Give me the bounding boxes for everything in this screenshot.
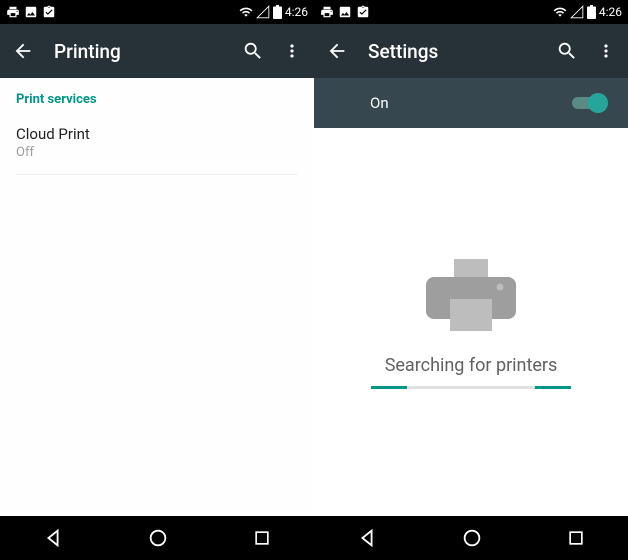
toggle-bar: On bbox=[314, 78, 628, 128]
image-icon bbox=[338, 5, 352, 19]
overflow-menu-button[interactable] bbox=[282, 41, 302, 61]
print-icon bbox=[6, 5, 20, 19]
back-button[interactable] bbox=[12, 40, 34, 62]
signal-icon bbox=[256, 5, 270, 19]
clipboard-icon bbox=[356, 5, 370, 19]
phone-printing: 4:26 Printing Print services Cloud Print… bbox=[0, 0, 314, 560]
app-bar: Settings bbox=[314, 24, 628, 78]
search-status-text: Searching for printers bbox=[385, 355, 558, 376]
nav-home-button[interactable] bbox=[461, 527, 483, 549]
print-service-item[interactable]: Cloud Print Off bbox=[16, 121, 298, 175]
navigation-bar bbox=[314, 516, 628, 560]
page-title: Settings bbox=[368, 40, 536, 63]
search-button[interactable] bbox=[556, 40, 578, 62]
list-item-status: Off bbox=[16, 145, 298, 160]
content-area: Searching for printers bbox=[314, 128, 628, 516]
nav-recents-button[interactable] bbox=[252, 528, 272, 548]
printer-icon bbox=[426, 255, 516, 335]
toggle-label: On bbox=[370, 94, 572, 112]
status-bar: 4:26 bbox=[314, 0, 628, 24]
signal-icon bbox=[570, 5, 584, 19]
clipboard-icon bbox=[42, 5, 56, 19]
service-toggle[interactable] bbox=[572, 93, 608, 113]
battery-icon bbox=[273, 5, 282, 19]
search-button[interactable] bbox=[242, 40, 264, 62]
phone-settings: 4:26 Settings On Searching for printers bbox=[314, 0, 628, 560]
overflow-menu-button[interactable] bbox=[596, 41, 616, 61]
list-item-title: Cloud Print bbox=[16, 125, 298, 143]
app-bar: Printing bbox=[0, 24, 314, 78]
nav-recents-button[interactable] bbox=[566, 528, 586, 548]
nav-back-button[interactable] bbox=[356, 527, 378, 549]
print-icon bbox=[320, 5, 334, 19]
nav-home-button[interactable] bbox=[147, 527, 169, 549]
nav-back-button[interactable] bbox=[42, 527, 64, 549]
back-button[interactable] bbox=[326, 40, 348, 62]
content-area: Print services Cloud Print Off bbox=[0, 78, 314, 516]
section-header: Print services bbox=[16, 92, 298, 107]
status-bar: 4:26 bbox=[0, 0, 314, 24]
battery-icon bbox=[587, 5, 596, 19]
status-time: 4:26 bbox=[599, 5, 622, 19]
image-icon bbox=[24, 5, 38, 19]
navigation-bar bbox=[0, 516, 314, 560]
page-title: Printing bbox=[54, 40, 222, 63]
wifi-icon bbox=[553, 5, 567, 19]
status-time: 4:26 bbox=[285, 5, 308, 19]
progress-indicator bbox=[371, 386, 571, 389]
wifi-icon bbox=[239, 5, 253, 19]
